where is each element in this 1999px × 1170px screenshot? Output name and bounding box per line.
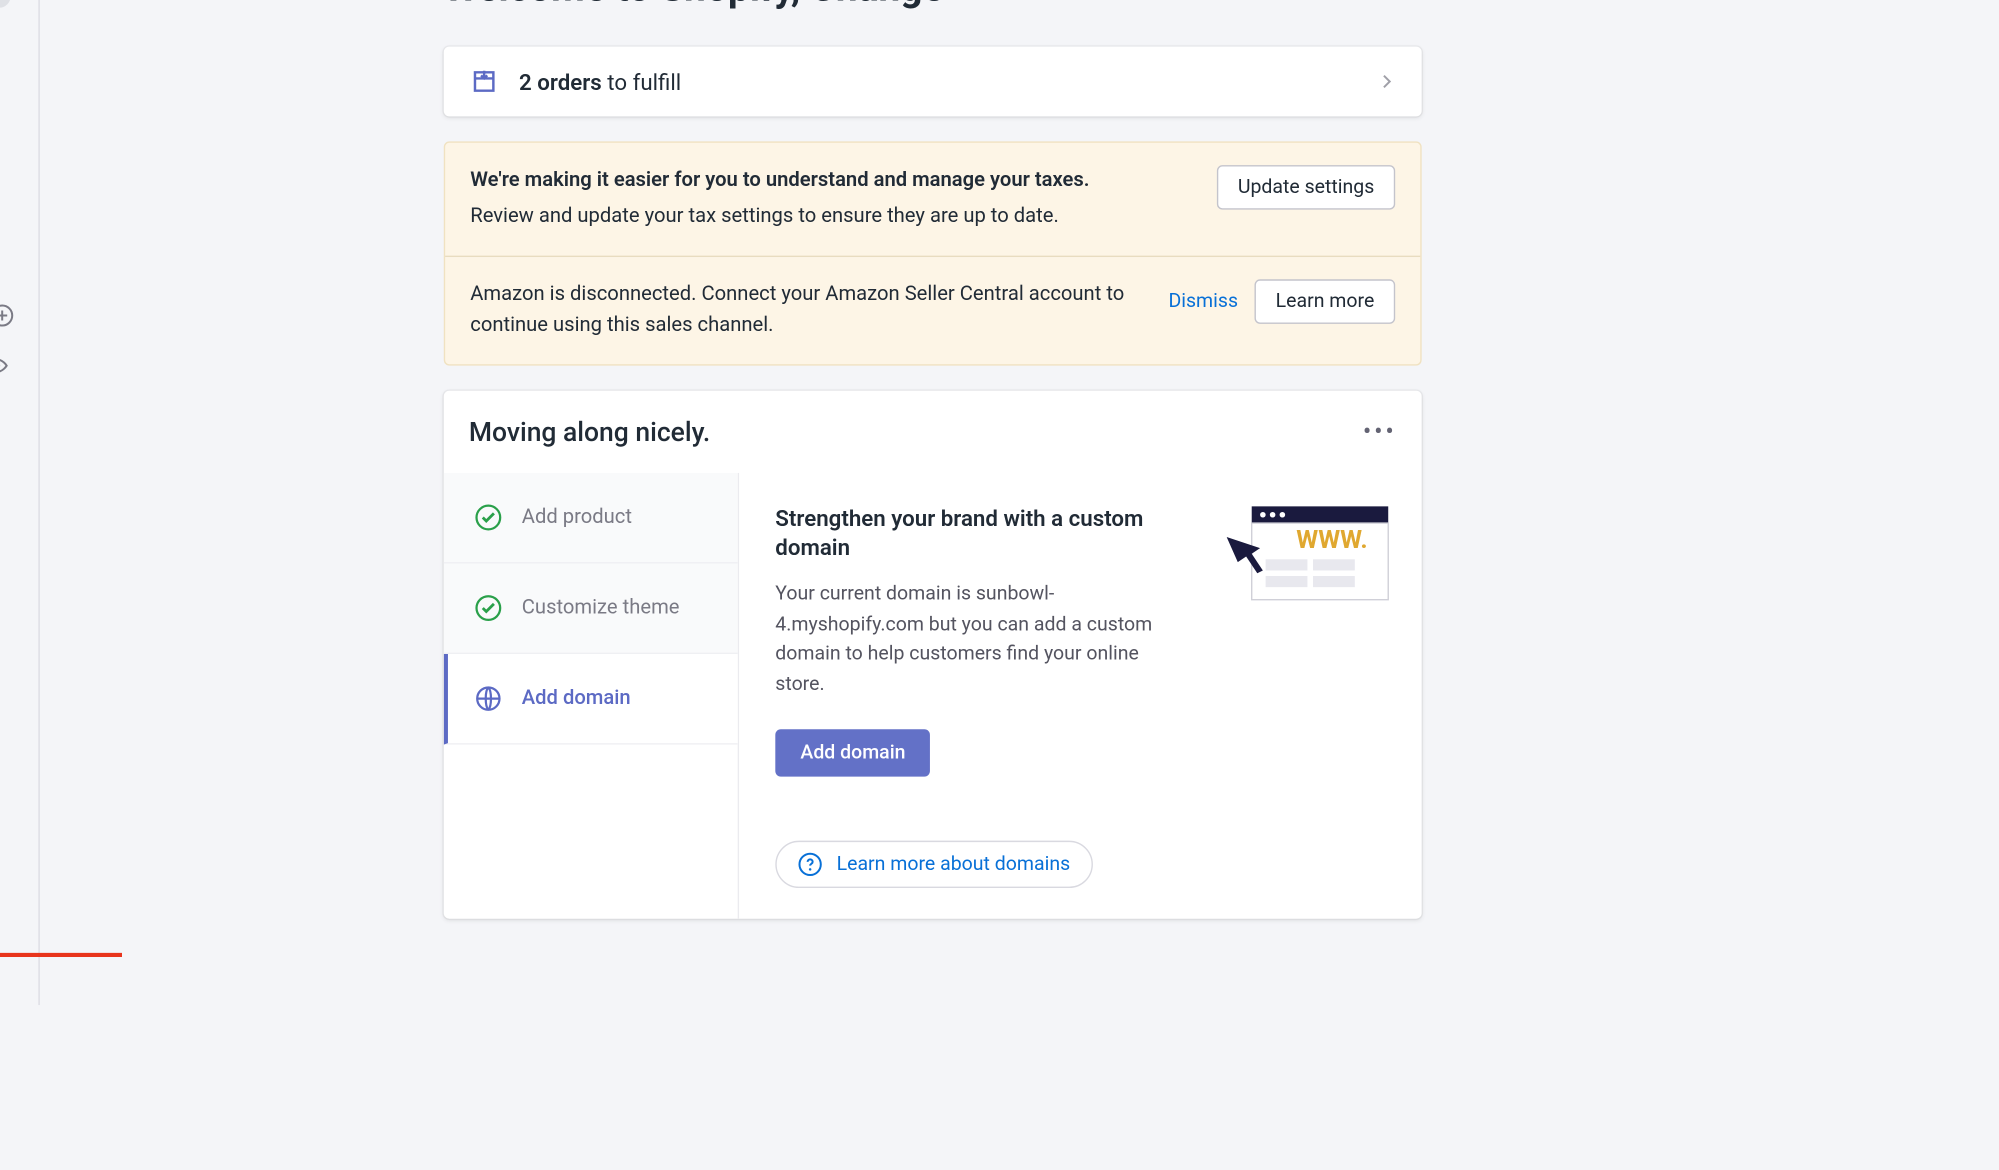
channel-instagram[interactable]: Instagram (0, 430, 38, 473)
fulfill-card[interactable]: 2 orders to fulfill (444, 47, 1422, 117)
fulfill-text: 2 orders to fulfill (519, 68, 1358, 94)
domain-illustration: WWW. (1227, 495, 1394, 609)
nav-analytics[interactable]: Analytics (0, 104, 38, 147)
check-icon (474, 594, 502, 622)
notice-heading: We're making it easier for you to unders… (470, 165, 1192, 196)
nav-orders[interactable]: Orders 2 (0, 0, 38, 17)
guide-title: Moving along nicely. (469, 416, 710, 448)
nav-customers[interactable]: Customers (0, 61, 38, 104)
fulfill-icon (469, 66, 500, 97)
nav-marketing[interactable]: Marketing (0, 147, 38, 190)
main-content: Welcome to Shopify, Change 2 orders to f… (40, 0, 1717, 1005)
view-all-channels[interactable]: ••• View all channels (0, 516, 38, 559)
notices-card: We're making it easier for you to unders… (444, 141, 1422, 365)
step-add-domain[interactable]: Add domain (444, 654, 738, 745)
guide-steps: Add product Customize theme Add domain (444, 473, 739, 919)
svg-text:WWW.: WWW. (1296, 526, 1367, 555)
add-channel-button[interactable] (0, 302, 16, 330)
add-domain-button[interactable]: Add domain (775, 729, 930, 776)
channel-online-store[interactable]: Online Store (0, 343, 38, 386)
step-add-product[interactable]: Add product (444, 473, 738, 564)
orders-badge: 2 (0, 0, 11, 7)
detail-text: Your current domain is sunbowl-4.myshopi… (775, 580, 1165, 701)
question-icon (798, 852, 823, 877)
notice-body: Review and update your tax settings to e… (470, 205, 1059, 229)
page-title: Welcome to Shopify, Change (444, 0, 1422, 10)
channels-heading: SALES CHANNELS (0, 277, 38, 344)
update-settings-button[interactable]: Update settings (1217, 165, 1395, 210)
step-label: Add domain (522, 687, 631, 711)
guide-card: Moving along nicely. ••• Add product Cus… (444, 391, 1422, 919)
step-label: Add product (522, 505, 632, 529)
check-icon (474, 503, 502, 531)
view-store-button[interactable] (0, 351, 11, 379)
more-actions-button[interactable]: ••• (1363, 417, 1397, 446)
guide-detail: WWW. Strengthen your brand with a custom… (739, 473, 1422, 919)
chevron-right-icon (1377, 72, 1397, 92)
dismiss-link[interactable]: Dismiss (1168, 290, 1238, 312)
nav-apps[interactable]: Apps (0, 233, 38, 276)
step-label: Customize theme (522, 596, 680, 620)
notice-amazon: Amazon is disconnected. Connect your Ama… (445, 256, 1420, 365)
notice-taxes: We're making it easier for you to unders… (445, 143, 1420, 256)
nav-products[interactable]: Products (0, 17, 38, 60)
detail-title: Strengthen your brand with a custom doma… (775, 503, 1165, 563)
sidebar: Home Orders 2 Products Customers Analyti… (0, 0, 40, 1005)
nav-discounts[interactable]: Discounts (0, 190, 38, 233)
channel-buy-button[interactable]: Buy Button (0, 387, 38, 430)
notice-body: Amazon is disconnected. Connect your Ama… (470, 279, 1143, 342)
channel-facebook[interactable]: Facebook (0, 473, 38, 516)
globe-icon (474, 684, 502, 712)
learn-more-button[interactable]: Learn more (1255, 279, 1395, 324)
learn-domains-link[interactable]: Learn more about domains (775, 840, 1092, 887)
step-customize-theme[interactable]: Customize theme (444, 563, 738, 654)
